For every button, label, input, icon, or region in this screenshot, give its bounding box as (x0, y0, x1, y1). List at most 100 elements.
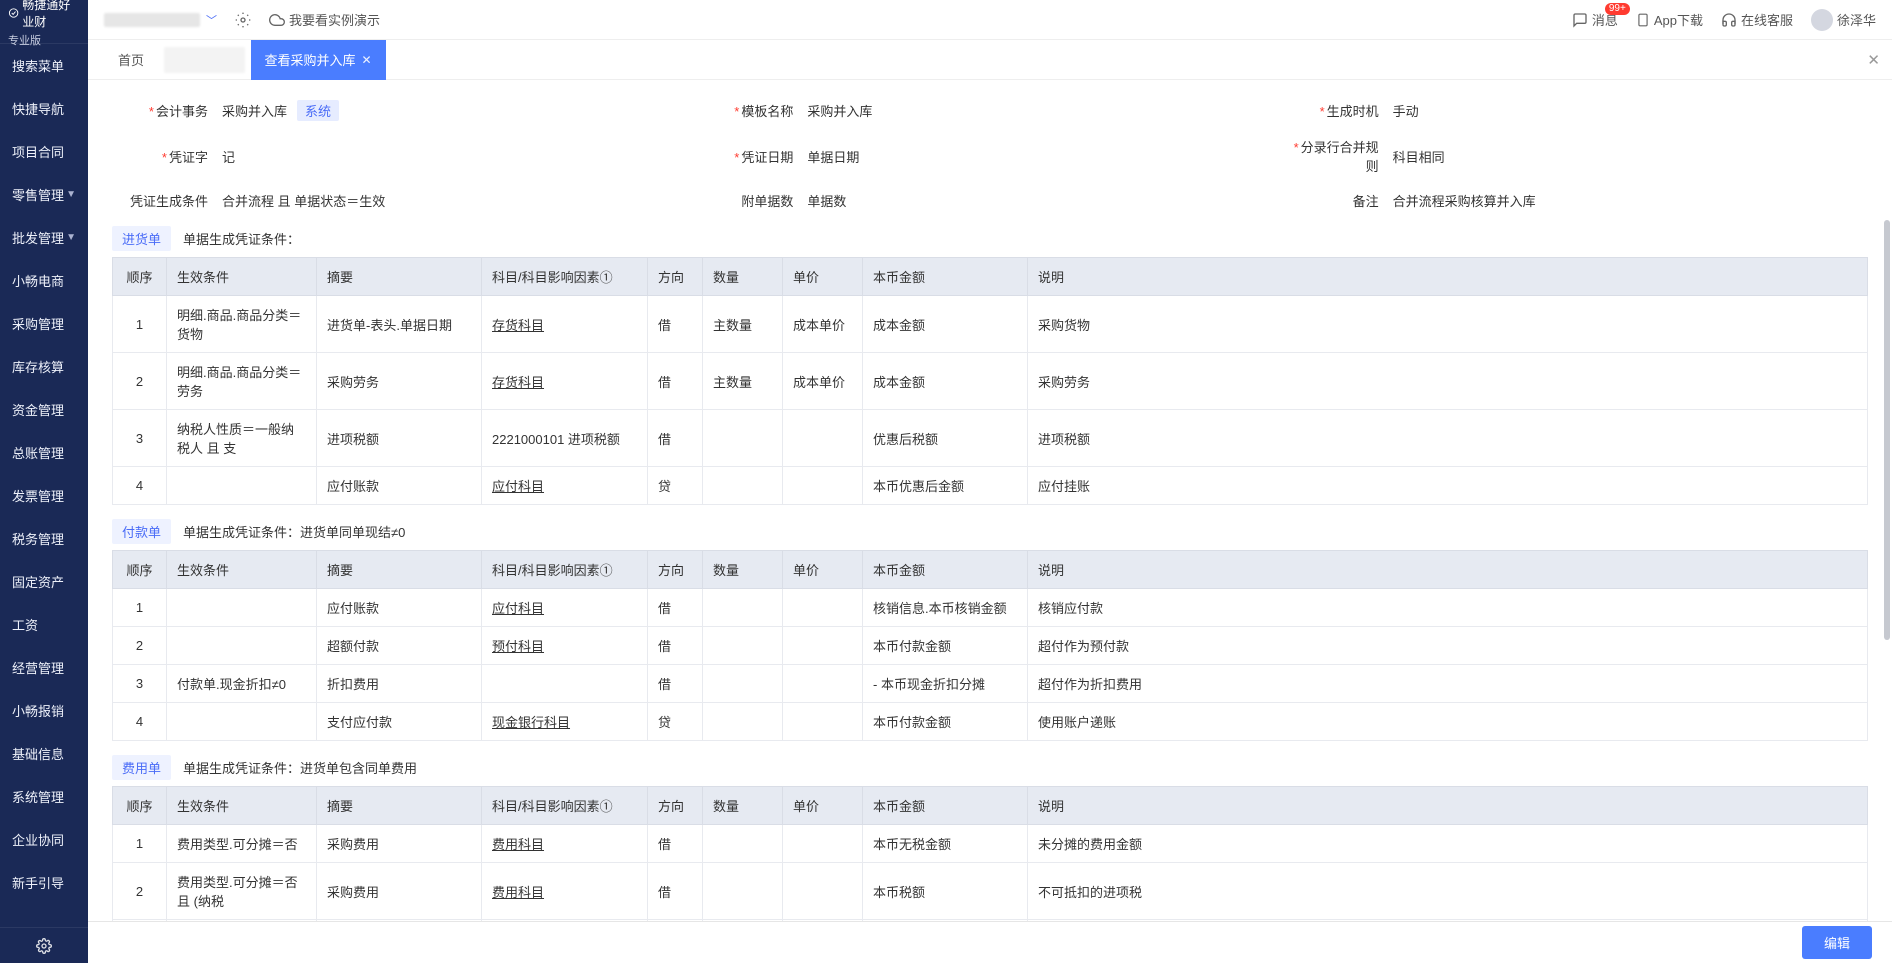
user-menu[interactable]: 徐泽华 (1811, 9, 1876, 31)
cell-subject: 费用科目 (482, 863, 648, 920)
cell-subject: 存货科目 (482, 353, 648, 410)
sidebar-item[interactable]: 项目合同 (0, 130, 88, 173)
value-merge-rule: 科目相同 (1393, 147, 1445, 166)
cell-qty (703, 665, 783, 703)
brand-logo: 畅捷通好业财 专业版 (0, 0, 88, 44)
table-header-amt: 本币金额 (863, 551, 1028, 589)
brand-name: 畅捷通好业财 (22, 0, 80, 30)
sidebar-item[interactable]: 库存核算 (0, 345, 88, 388)
support-button[interactable]: 在线客服 (1721, 10, 1793, 29)
sidebar-item[interactable]: 基础信息 (0, 732, 88, 775)
table-row: 2费用类型.可分摊＝否 且 (纳税采购费用费用科目借本币税额不可抵扣的进项税 (113, 863, 1868, 920)
value-voucher-word: 记 (222, 147, 235, 166)
table-header-dir: 方向 (648, 787, 703, 825)
form-row-1: *会计事务 采购并入库 系统 *模板名称 采购并入库 *生成时机 手动 (112, 100, 1868, 121)
close-all-tabs[interactable]: ✕ (1855, 51, 1892, 69)
sidebar-item-label: 固定资产 (12, 572, 64, 591)
cell-price (783, 665, 863, 703)
sidebar-item[interactable]: 批发管理▼ (0, 216, 88, 259)
sidebar-item[interactable]: 系统管理 (0, 775, 88, 818)
cell-note: 核销应付款 (1028, 589, 1868, 627)
sidebar-item[interactable]: 固定资产 (0, 560, 88, 603)
sidebar-item[interactable]: 经营管理 (0, 646, 88, 689)
subject-link[interactable]: 费用科目 (492, 885, 544, 900)
cell-summary: 应付账款 (317, 589, 482, 627)
value-attach-count: 单据数 (807, 191, 846, 210)
sidebar-item[interactable]: 工资 (0, 603, 88, 646)
subject-link[interactable]: 应付科目 (492, 601, 544, 616)
sidebar-item[interactable]: 快捷导航 (0, 87, 88, 130)
sidebar-item-label: 资金管理 (12, 400, 64, 419)
cell-dir: 借 (648, 863, 703, 920)
edit-button[interactable]: 编辑 (1802, 926, 1872, 959)
sidebar-item[interactable]: 发票管理 (0, 474, 88, 517)
content-scroll[interactable]: *会计事务 采购并入库 系统 *模板名称 采购并入库 *生成时机 手动 (88, 80, 1892, 963)
sidebar-item-label: 系统管理 (12, 787, 64, 806)
section-tag-expense: 费用单 (112, 755, 171, 780)
cell-note: 不可抵扣的进项税 (1028, 863, 1868, 920)
cell-cond: 明细.商品.商品分类＝货物 (167, 296, 317, 353)
sidebar-settings[interactable] (0, 927, 88, 963)
sidebar-item-label: 搜索菜单 (12, 56, 64, 75)
cell-dir: 借 (648, 665, 703, 703)
cell-amt: 本币无税金额 (863, 825, 1028, 863)
cell-qty (703, 825, 783, 863)
subject-link[interactable]: 存货科目 (492, 375, 544, 390)
messages-badge: 99+ (1605, 3, 1630, 15)
cell-note: 应付挂账 (1028, 467, 1868, 505)
subject-link[interactable]: 预付科目 (492, 639, 544, 654)
sidebar-item[interactable]: 税务管理 (0, 517, 88, 560)
subject-link[interactable]: 存货科目 (492, 318, 544, 333)
sidebar-item[interactable]: 采购管理 (0, 302, 88, 345)
sidebar-item[interactable]: 新手引导 (0, 861, 88, 904)
cell-seq: 3 (113, 410, 167, 467)
sidebar-item[interactable]: 企业协同 (0, 818, 88, 861)
cell-seq: 1 (113, 589, 167, 627)
cell-note: 未分摊的费用金额 (1028, 825, 1868, 863)
cell-subject: 应付科目 (482, 589, 648, 627)
tab-redacted[interactable]: xxxxx (164, 47, 245, 73)
sidebar-item[interactable]: 搜索菜单 (0, 44, 88, 87)
demo-link[interactable]: 我要看实例演示 (269, 10, 380, 29)
tab-home-label: 首页 (118, 50, 144, 69)
cell-qty (703, 627, 783, 665)
sidebar-item[interactable]: 小畅电商 (0, 259, 88, 302)
table-row: 4应付账款应付科目贷本币优惠后金额应付挂账 (113, 467, 1868, 505)
cell-qty: 主数量 (703, 296, 783, 353)
messages-button[interactable]: 消息 99+ (1572, 10, 1618, 29)
table-row: 1 应付账款应付科目 借 核销信息.本币核销金额核销应付款 (113, 589, 1868, 627)
cell-price (783, 825, 863, 863)
cell-note: 使用账户递账 (1028, 703, 1868, 741)
label-gen-timing: 生成时机 (1327, 104, 1379, 119)
cell-note: 采购劳务 (1028, 353, 1868, 410)
scrollbar-thumb[interactable] (1884, 220, 1890, 640)
label-template-name: 模板名称 (741, 104, 793, 119)
tab-home[interactable]: 首页 (104, 40, 158, 80)
cell-summary: 折扣费用 (317, 665, 482, 703)
close-icon[interactable]: ✕ (362, 53, 372, 67)
sidebar-item[interactable]: 小畅报销 (0, 689, 88, 732)
sidebar-item[interactable]: 资金管理 (0, 388, 88, 431)
cell-amt: 优惠后税额 (863, 410, 1028, 467)
header-settings-button[interactable] (235, 12, 251, 28)
sidebar-item[interactable]: 总账管理 (0, 431, 88, 474)
avatar-icon (1811, 9, 1833, 31)
form-row-3: 凭证生成条件 合并流程 且 单据状态＝生效 附单据数 单据数 备注 合并流程采购… (112, 191, 1868, 210)
cell-summary: 进货单-表头.单据日期 (317, 296, 482, 353)
subject-link[interactable]: 现金银行科目 (492, 715, 570, 730)
section-payment: 付款单 单据生成凭证条件：进货单同单现结≠0 顺序生效条件摘要科目/科目影响因素… (112, 519, 1868, 741)
sidebar-item[interactable]: 零售管理▼ (0, 173, 88, 216)
tab-active-label: 查看采购并入库 (265, 50, 356, 69)
table-header-summary: 摘要 (317, 787, 482, 825)
cell-amt: 核销信息.本币核销金额 (863, 589, 1028, 627)
subject-link[interactable]: 费用科目 (492, 837, 544, 852)
cell-cond: 费用类型.可分摊＝否 且 (纳税 (167, 863, 317, 920)
subject-link[interactable]: 应付科目 (492, 479, 544, 494)
table-header-qty: 数量 (703, 551, 783, 589)
table-header-subject: 科目/科目影响因素① (482, 551, 648, 589)
app-download-button[interactable]: App下载 (1636, 10, 1703, 29)
table-header-dir: 方向 (648, 551, 703, 589)
org-selector[interactable]: xxxxxx ﹀ (104, 12, 217, 28)
tab-active[interactable]: 查看采购并入库 ✕ (251, 40, 386, 80)
cell-dir: 借 (648, 589, 703, 627)
